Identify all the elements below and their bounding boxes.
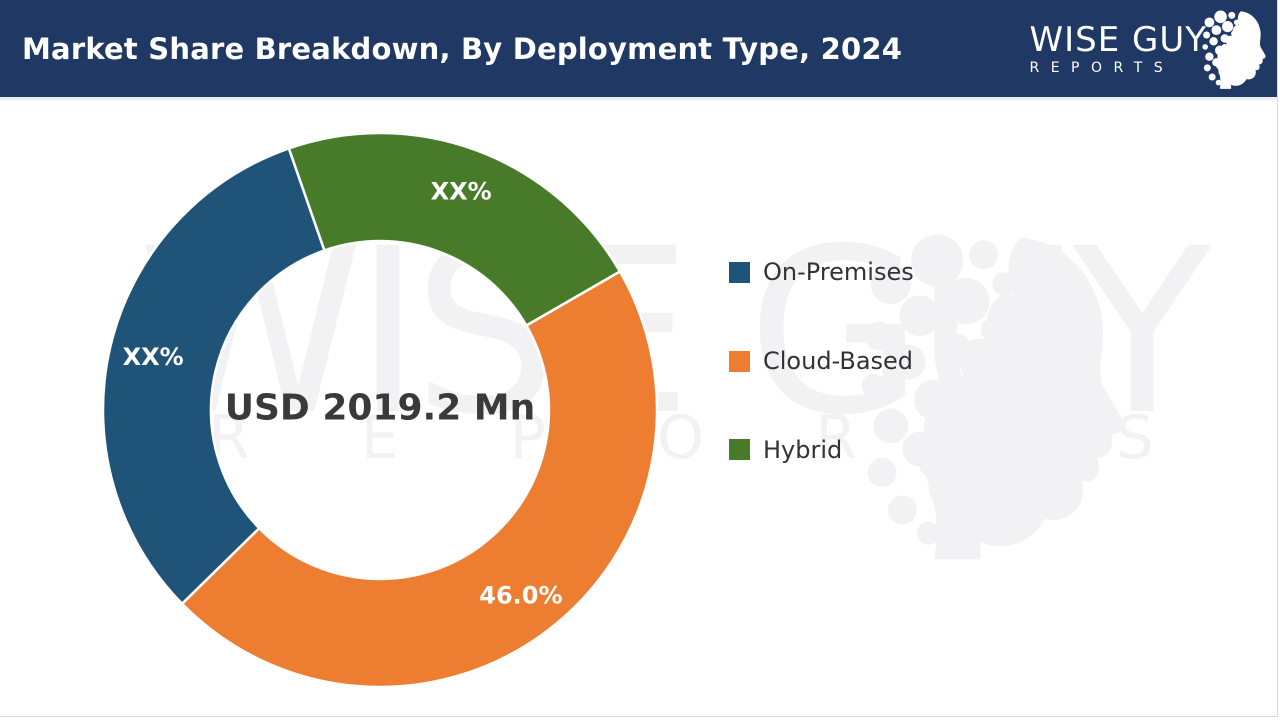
legend-item-hybrid: Hybrid xyxy=(729,436,914,465)
header-bar: Market Share Breakdown, By Deployment Ty… xyxy=(0,0,1277,100)
legend-label-on-premises: On-Premises xyxy=(763,258,914,286)
donut-slice-on-premises xyxy=(101,147,326,606)
brand-name: WISE GUY xyxy=(1029,19,1207,60)
legend-swatch-on-premises xyxy=(729,261,750,283)
slice-percentage-label: XX% xyxy=(123,343,184,371)
report-page: Market Share Breakdown, By Deployment Ty… xyxy=(0,0,1278,717)
donut-center-value: USD 2019.2 Mn xyxy=(225,388,535,429)
slice-percentage-label: 46.0% xyxy=(479,582,562,610)
chart-legend: On-Premises Cloud-Based Hybrid xyxy=(729,258,914,524)
donut-chart: XX% 46.0% XX% USD 2019.2 Mn xyxy=(101,131,659,689)
legend-swatch-cloud-based xyxy=(729,350,750,372)
donut-slice-cloud-based xyxy=(180,270,659,689)
legend-label-cloud-based: Cloud-Based xyxy=(763,346,914,375)
donut-slice-hybrid xyxy=(287,131,622,327)
brand-tagline: REPORTS xyxy=(1029,59,1175,76)
page-title: Market Share Breakdown, By Deployment Ty… xyxy=(22,31,903,66)
legend-swatch-hybrid xyxy=(729,439,750,461)
head-silhouette-icon xyxy=(1202,10,1266,89)
brand-logo-text: WISE GUY REPORTS xyxy=(1029,23,1207,75)
legend-label-hybrid: Hybrid xyxy=(763,435,843,464)
legend-item-on-premises: On-Premises xyxy=(729,258,914,287)
legend-item-cloud-based: Cloud-Based xyxy=(729,347,914,376)
slice-percentage-label: XX% xyxy=(431,178,492,206)
brand-logo: WISE GUY REPORTS xyxy=(1029,0,1271,97)
